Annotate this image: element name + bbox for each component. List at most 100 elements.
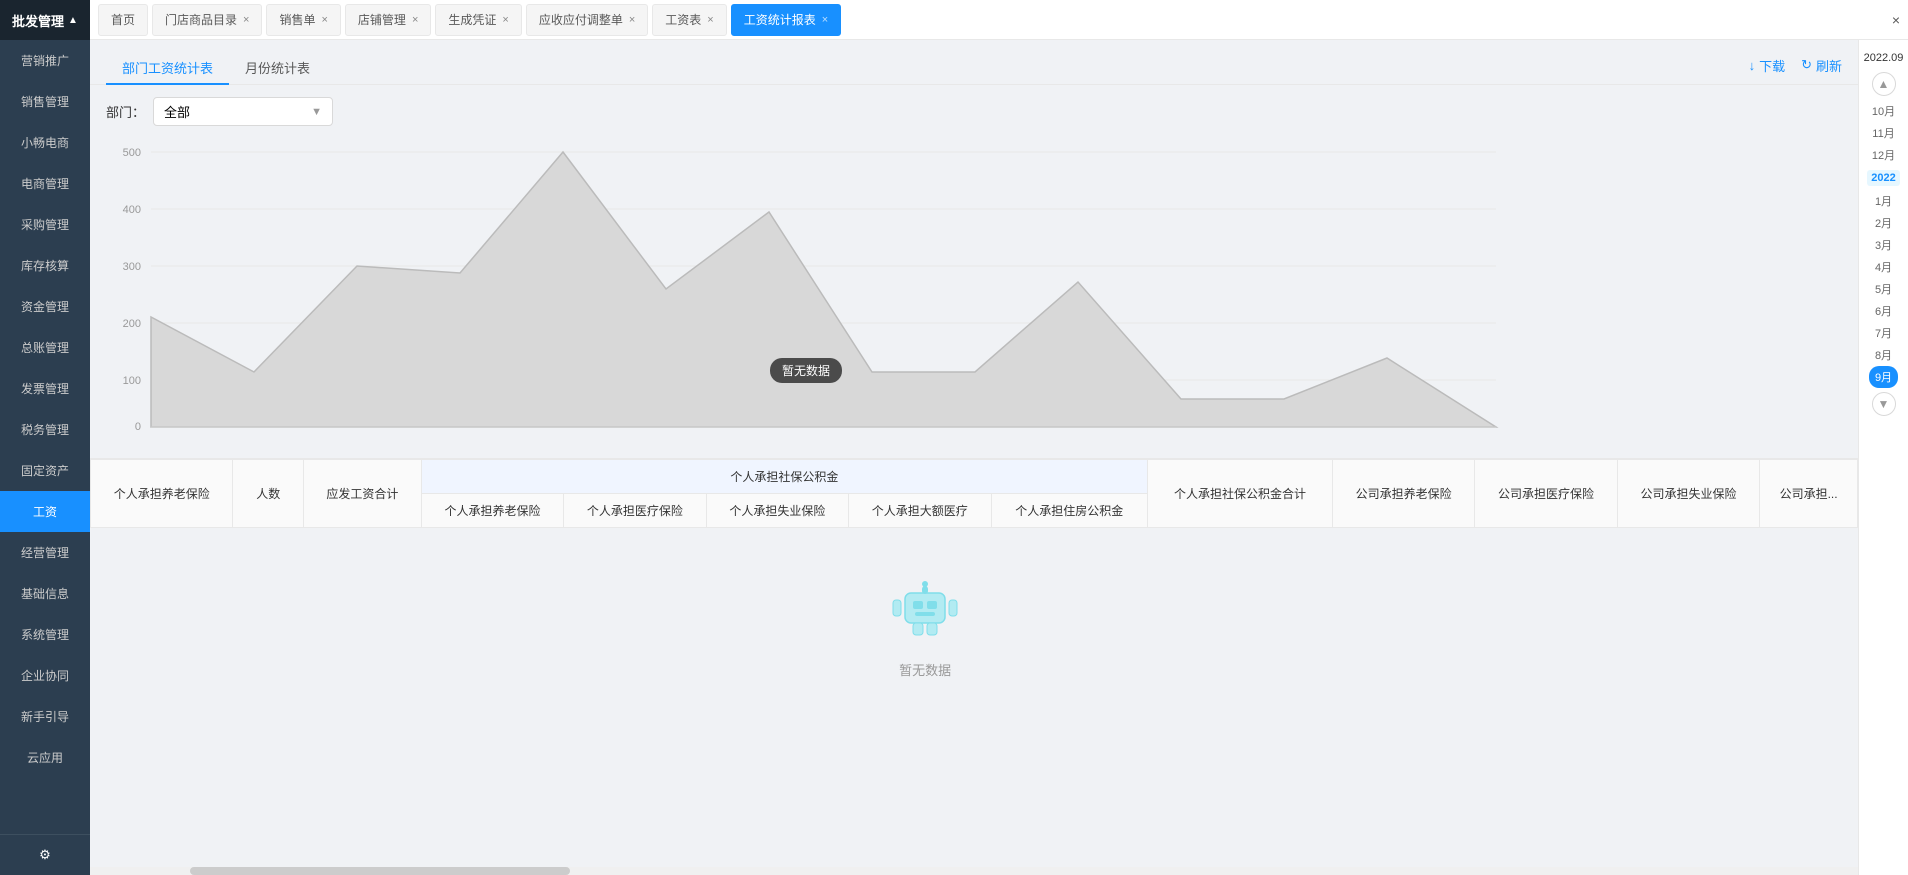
tab-close-store-products[interactable]: × <box>243 14 249 26</box>
close-all-icon[interactable]: × <box>1892 12 1900 28</box>
sub-tab-month[interactable]: 月份统计表 <box>229 52 326 85</box>
table-wrapper[interactable]: 个人承担养老保险 人数 应发工资合计 个人承担社保公积金 个人承担社保公积金合计… <box>90 458 1858 867</box>
timeline-month-5[interactable]: 5月 <box>1869 278 1898 300</box>
dept-label: 部门： <box>106 102 145 121</box>
timeline-up-button[interactable]: ▲ <box>1872 72 1896 96</box>
sidebar-item-marketing[interactable]: 营销推广 <box>0 40 90 81</box>
sidebar-item-ledger[interactable]: 总账管理 <box>0 327 90 368</box>
svg-text:0: 0 <box>135 421 141 433</box>
tab-payroll[interactable]: 工资表 × <box>652 4 726 36</box>
download-button[interactable]: ↓ 下载 <box>1749 56 1786 75</box>
settings-button[interactable]: ⚙ <box>0 834 90 875</box>
sidebar-item-invoice[interactable]: 发票管理 <box>0 368 90 409</box>
horizontal-scrollbar[interactable] <box>90 867 1858 875</box>
tab-sales[interactable]: 销售单 × <box>266 4 340 36</box>
timeline-month-7[interactable]: 7月 <box>1869 322 1898 344</box>
col-header-personal-housing: 个人承担住房公积金 <box>991 494 1148 528</box>
table-empty-row: 暂无数据 <box>91 528 1858 720</box>
download-label: 下载 <box>1759 56 1785 75</box>
timeline-panel: 2022.09 ▲ 10月 11月 12月 2022 1月 <box>1858 40 1908 875</box>
sidebar-item-system[interactable]: 系统管理 <box>0 614 90 655</box>
tab-adjustment[interactable]: 应收应付调整单 × <box>526 4 648 36</box>
sidebar-item-tax[interactable]: 税务管理 <box>0 409 90 450</box>
col-header-dept: 个人承担养老保险 <box>91 460 233 528</box>
sidebar-item-assets[interactable]: 固定资产 <box>0 450 90 491</box>
col-header-personal-pension: 个人承担养老保险 <box>421 494 563 528</box>
col-header-personal-medical: 个人承担医疗保险 <box>564 494 706 528</box>
settings-icon: ⚙ <box>39 847 51 862</box>
empty-state: 暂无数据 <box>91 528 1760 719</box>
timeline-month-12[interactable]: 12月 <box>1866 144 1901 166</box>
sidebar-item-basic[interactable]: 基础信息 <box>0 573 90 614</box>
sub-tabs: 部门工资统计表 月份统计表 ↓ 下载 ↻ 刷新 <box>90 40 1858 85</box>
sidebar-item-finance[interactable]: 资金管理 <box>0 286 90 327</box>
sidebar-header[interactable]: 批发管理 ▲ <box>0 0 90 40</box>
tab-payroll-stats[interactable]: 工资统计报表 × <box>731 4 841 36</box>
sidebar-item-inventory[interactable]: 库存核算 <box>0 245 90 286</box>
content-area: 部门工资统计表 月份统计表 ↓ 下载 ↻ 刷新 <box>90 40 1908 875</box>
sidebar-item-ecommerce[interactable]: 电商管理 <box>0 163 90 204</box>
scrollbar-thumb[interactable] <box>190 867 570 875</box>
sidebar-item-cloud[interactable]: 云应用 <box>0 737 90 778</box>
timeline-month-9[interactable]: 9月 <box>1869 366 1898 388</box>
refresh-icon: ↻ <box>1801 57 1812 73</box>
svg-text:100: 100 <box>123 375 141 387</box>
tab-close-adjustment[interactable]: × <box>629 14 635 26</box>
sidebar-item-operations[interactable]: 经营管理 <box>0 532 90 573</box>
tab-bar: 首页 门店商品目录 × 销售单 × 店铺管理 × 生成凭证 × 应收应付调整单 … <box>90 0 1908 40</box>
timeline-month-6[interactable]: 6月 <box>1869 300 1898 322</box>
tab-store-products[interactable]: 门店商品目录 × <box>152 4 262 36</box>
sidebar-item-guide[interactable]: 新手引导 <box>0 696 90 737</box>
timeline-month-10[interactable]: 10月 <box>1866 100 1901 122</box>
svg-text:300: 300 <box>123 261 141 273</box>
timeline-year-2022[interactable]: 2022 <box>1867 170 1899 186</box>
col-header-personal-extra-medical: 个人承担大额医疗 <box>849 494 991 528</box>
col-header-personal-social: 个人承担社保公积金 <box>421 460 1147 494</box>
sidebar-item-sales[interactable]: 销售管理 <box>0 81 90 122</box>
main-content: 首页 门店商品目录 × 销售单 × 店铺管理 × 生成凭证 × 应收应付调整单 … <box>90 0 1908 875</box>
sidebar-title: 批发管理 <box>12 11 64 30</box>
download-icon: ↓ <box>1749 58 1756 73</box>
data-table: 个人承担养老保险 人数 应发工资合计 个人承担社保公积金 个人承担社保公积金合计… <box>90 459 1858 719</box>
col-header-count: 人数 <box>233 460 304 528</box>
tab-voucher[interactable]: 生成凭证 × <box>435 4 521 36</box>
timeline-month-4[interactable]: 4月 <box>1869 256 1898 278</box>
sidebar-item-purchase[interactable]: 采购管理 <box>0 204 90 245</box>
timeline-month-8[interactable]: 8月 <box>1869 344 1898 366</box>
tab-store-manage[interactable]: 店铺管理 × <box>345 4 431 36</box>
svg-text:200: 200 <box>123 318 141 330</box>
dept-select[interactable]: 全部 ▼ <box>153 97 333 126</box>
col-header-company-pension: 公司承担养老保险 <box>1332 460 1474 528</box>
refresh-label: 刷新 <box>1816 56 1842 75</box>
sidebar-item-payroll[interactable]: 工资 <box>0 491 90 532</box>
chart-polygon <box>151 152 1496 427</box>
tab-close-payroll[interactable]: × <box>707 14 713 26</box>
refresh-button[interactable]: ↻ 刷新 <box>1801 56 1842 75</box>
timeline-month-1[interactable]: 1月 <box>1869 190 1898 212</box>
col-header-company-unemploy: 公司承担失业保险 <box>1617 460 1759 528</box>
timeline-down-button[interactable]: ▼ <box>1872 392 1896 416</box>
dept-toolbar: 部门： 全部 ▼ <box>90 85 1858 138</box>
tab-close-sales[interactable]: × <box>321 14 327 26</box>
empty-robot-icon <box>885 568 965 648</box>
sidebar: 批发管理 ▲ 营销推广 销售管理 小畅电商 电商管理 采购管理 库存核算 资金管… <box>0 0 90 875</box>
chevron-down-icon: ▼ <box>311 106 322 118</box>
sidebar-item-enterprise[interactable]: 企业协同 <box>0 655 90 696</box>
tab-close-store-manage[interactable]: × <box>412 14 418 26</box>
timeline-month-2[interactable]: 2月 <box>1869 212 1898 234</box>
col-header-salary: 应发工资合计 <box>304 460 422 528</box>
svg-text:400: 400 <box>123 204 141 216</box>
timeline-month-3[interactable]: 3月 <box>1869 234 1898 256</box>
tab-close-voucher[interactable]: × <box>502 14 508 26</box>
sub-tab-dept[interactable]: 部门工资统计表 <box>106 52 229 85</box>
timeline-month-11[interactable]: 11月 <box>1866 122 1900 144</box>
sidebar-item-xiaochang[interactable]: 小畅电商 <box>0 122 90 163</box>
sidebar-arrow-icon: ▲ <box>68 15 78 26</box>
tab-close-payroll-stats[interactable]: × <box>822 14 828 26</box>
tab-home[interactable]: 首页 <box>98 4 148 36</box>
main-panel: 部门工资统计表 月份统计表 ↓ 下载 ↻ 刷新 <box>90 40 1858 875</box>
svg-text:500: 500 <box>123 147 141 159</box>
col-header-personal-unemploy: 个人承担失业保险 <box>706 494 848 528</box>
chart-area: 500 400 300 200 100 0 <box>90 138 1858 458</box>
tab-bar-actions: × <box>1892 12 1900 28</box>
